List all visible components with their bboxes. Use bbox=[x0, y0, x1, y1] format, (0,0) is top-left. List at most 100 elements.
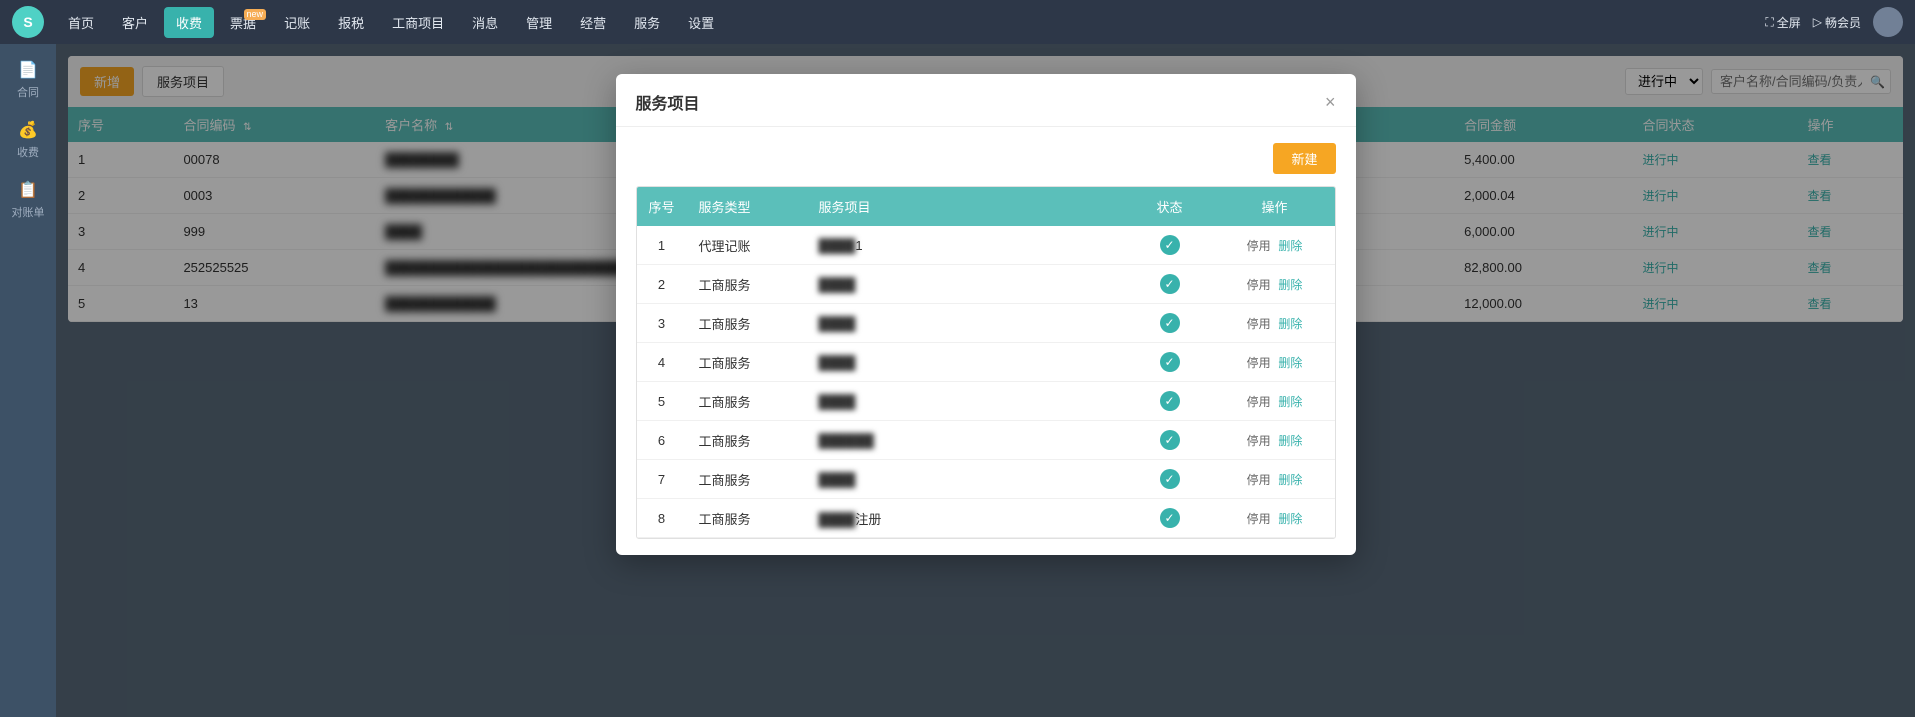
modal-cell-status: ✓ bbox=[1125, 226, 1215, 265]
fullscreen-btn[interactable]: ⛶ 全屏 bbox=[1765, 14, 1800, 31]
modal-cell-status: ✓ bbox=[1125, 304, 1215, 343]
modal-cell-seq: 5 bbox=[637, 382, 687, 421]
stop-button[interactable]: 停用 bbox=[1247, 395, 1271, 409]
sidebar-item-contract-label: 合同 bbox=[17, 84, 39, 100]
modal-cell-seq: 3 bbox=[637, 304, 687, 343]
sidebar-item-statement[interactable]: 📋 对账单 bbox=[3, 172, 53, 228]
nav-manage[interactable]: 管理 bbox=[514, 7, 564, 38]
modal-cell-status: ✓ bbox=[1125, 499, 1215, 538]
fullscreen-icon: ⛶ bbox=[1765, 15, 1773, 30]
modal-cell-type: 工商服务 bbox=[687, 343, 807, 382]
fullscreen-label: 全屏 bbox=[1777, 14, 1801, 31]
modal-cell-type: 工商服务 bbox=[687, 499, 807, 538]
stop-button[interactable]: 停用 bbox=[1247, 473, 1271, 487]
modal-cell-item: ██████ bbox=[807, 421, 1125, 460]
nav-service[interactable]: 服务 bbox=[622, 7, 672, 38]
member-icon: ▷ bbox=[1813, 15, 1822, 29]
stop-button[interactable]: 停用 bbox=[1247, 512, 1271, 526]
modal-cell-item: ████1 bbox=[807, 226, 1125, 265]
modal-cell-item: ████ bbox=[807, 304, 1125, 343]
delete-button[interactable]: 删除 bbox=[1278, 395, 1302, 409]
nav-home[interactable]: 首页 bbox=[56, 7, 106, 38]
sidebar-item-contract[interactable]: 📄 合同 bbox=[3, 52, 53, 108]
nav-settings[interactable]: 设置 bbox=[676, 7, 726, 38]
modal-cell-item: ████ bbox=[807, 460, 1125, 499]
modal-close-button[interactable]: × bbox=[1325, 93, 1336, 111]
nav-invoice[interactable]: 票据 new bbox=[218, 7, 268, 38]
modal-body: 新建 序号 服务类型 服务项目 状态 操作 bbox=[616, 127, 1356, 555]
top-navigation: S 首页 客户 收费 票据 new 记账 报税 工商项目 消息 管理 经营 服务… bbox=[0, 0, 1915, 44]
sidebar: 📄 合同 💰 收费 📋 对账单 bbox=[0, 44, 56, 717]
contract-icon: 📄 bbox=[18, 60, 38, 80]
status-check-icon: ✓ bbox=[1160, 235, 1180, 255]
app-logo: S bbox=[12, 6, 44, 38]
stop-button[interactable]: 停用 bbox=[1247, 278, 1271, 292]
sidebar-item-statement-label: 对账单 bbox=[12, 204, 45, 220]
modal-table-wrap: 序号 服务类型 服务项目 状态 操作 1 代理记账 bbox=[636, 186, 1336, 539]
status-check-icon: ✓ bbox=[1160, 274, 1180, 294]
delete-button[interactable]: 删除 bbox=[1278, 317, 1302, 331]
status-check-icon: ✓ bbox=[1160, 391, 1180, 411]
delete-button[interactable]: 删除 bbox=[1278, 512, 1302, 526]
modal-table-row: 1 代理记账 ████1 ✓ 停用 删除 bbox=[637, 226, 1335, 265]
modal-cell-item: ████ bbox=[807, 382, 1125, 421]
delete-button[interactable]: 删除 bbox=[1278, 434, 1302, 448]
nav-bookkeeping[interactable]: 记账 bbox=[272, 7, 322, 38]
stop-button[interactable]: 停用 bbox=[1247, 239, 1271, 253]
modal-cell-type: 工商服务 bbox=[687, 421, 807, 460]
modal-cell-seq: 7 bbox=[637, 460, 687, 499]
modal-cell-type: 工商服务 bbox=[687, 382, 807, 421]
delete-button[interactable]: 删除 bbox=[1278, 356, 1302, 370]
member-btn[interactable]: ▷ 畅会员 bbox=[1813, 14, 1861, 31]
delete-button[interactable]: 删除 bbox=[1278, 239, 1302, 253]
modal-col-item: 服务项目 bbox=[807, 187, 1125, 226]
modal-cell-action: 停用 删除 bbox=[1215, 343, 1335, 382]
statement-icon: 📋 bbox=[18, 180, 38, 200]
modal-cell-status: ✓ bbox=[1125, 265, 1215, 304]
nav-message[interactable]: 消息 bbox=[460, 7, 510, 38]
modal-cell-seq: 6 bbox=[637, 421, 687, 460]
modal-cell-seq: 1 bbox=[637, 226, 687, 265]
modal-table-row: 7 工商服务 ████ ✓ 停用 删除 bbox=[637, 460, 1335, 499]
stop-button[interactable]: 停用 bbox=[1247, 317, 1271, 331]
modal-col-status: 状态 bbox=[1125, 187, 1215, 226]
nav-business[interactable]: 工商项目 bbox=[380, 7, 456, 38]
nav-customer[interactable]: 客户 bbox=[110, 7, 160, 38]
modal-table-row: 6 工商服务 ██████ ✓ 停用 删除 bbox=[637, 421, 1335, 460]
modal-cell-action: 停用 删除 bbox=[1215, 460, 1335, 499]
main-content: 新增 服务项目 进行中 已完成 全部 bbox=[56, 44, 1915, 717]
modal-table-row: 5 工商服务 ████ ✓ 停用 删除 bbox=[637, 382, 1335, 421]
modal-table-row: 3 工商服务 ████ ✓ 停用 删除 bbox=[637, 304, 1335, 343]
modal-cell-type: 工商服务 bbox=[687, 265, 807, 304]
modal-cell-action: 停用 删除 bbox=[1215, 304, 1335, 343]
modal-toolbar: 新建 bbox=[636, 143, 1336, 174]
stop-button[interactable]: 停用 bbox=[1247, 356, 1271, 370]
modal-cell-type: 代理记账 bbox=[687, 226, 807, 265]
modal-title: 服务项目 bbox=[636, 90, 700, 114]
fee-icon: 💰 bbox=[18, 120, 38, 140]
delete-button[interactable]: 删除 bbox=[1278, 473, 1302, 487]
modal-cell-seq: 8 bbox=[637, 499, 687, 538]
modal-new-button[interactable]: 新建 bbox=[1273, 143, 1335, 174]
sidebar-item-fee[interactable]: 💰 收费 bbox=[3, 112, 53, 168]
modal-table-row: 2 工商服务 ████ ✓ 停用 删除 bbox=[637, 265, 1335, 304]
modal-cell-seq: 4 bbox=[637, 343, 687, 382]
modal-cell-item: ████ bbox=[807, 343, 1125, 382]
modal-cell-action: 停用 删除 bbox=[1215, 382, 1335, 421]
modal-service-table: 序号 服务类型 服务项目 状态 操作 1 代理记账 bbox=[637, 187, 1335, 538]
modal-cell-action: 停用 删除 bbox=[1215, 265, 1335, 304]
modal-cell-type: 工商服务 bbox=[687, 460, 807, 499]
modal-cell-action: 停用 删除 bbox=[1215, 226, 1335, 265]
modal-header: 服务项目 × bbox=[616, 74, 1356, 127]
modal-cell-item: ████ bbox=[807, 265, 1125, 304]
modal-cell-status: ✓ bbox=[1125, 421, 1215, 460]
modal-cell-type: 工商服务 bbox=[687, 304, 807, 343]
nav-operation[interactable]: 经营 bbox=[568, 7, 618, 38]
nav-fee[interactable]: 收费 bbox=[164, 7, 214, 38]
modal-table-row: 4 工商服务 ████ ✓ 停用 删除 bbox=[637, 343, 1335, 382]
stop-button[interactable]: 停用 bbox=[1247, 434, 1271, 448]
delete-button[interactable]: 删除 bbox=[1278, 278, 1302, 292]
new-badge: new bbox=[244, 9, 267, 20]
nav-tax[interactable]: 报税 bbox=[326, 7, 376, 38]
avatar[interactable] bbox=[1873, 7, 1903, 37]
